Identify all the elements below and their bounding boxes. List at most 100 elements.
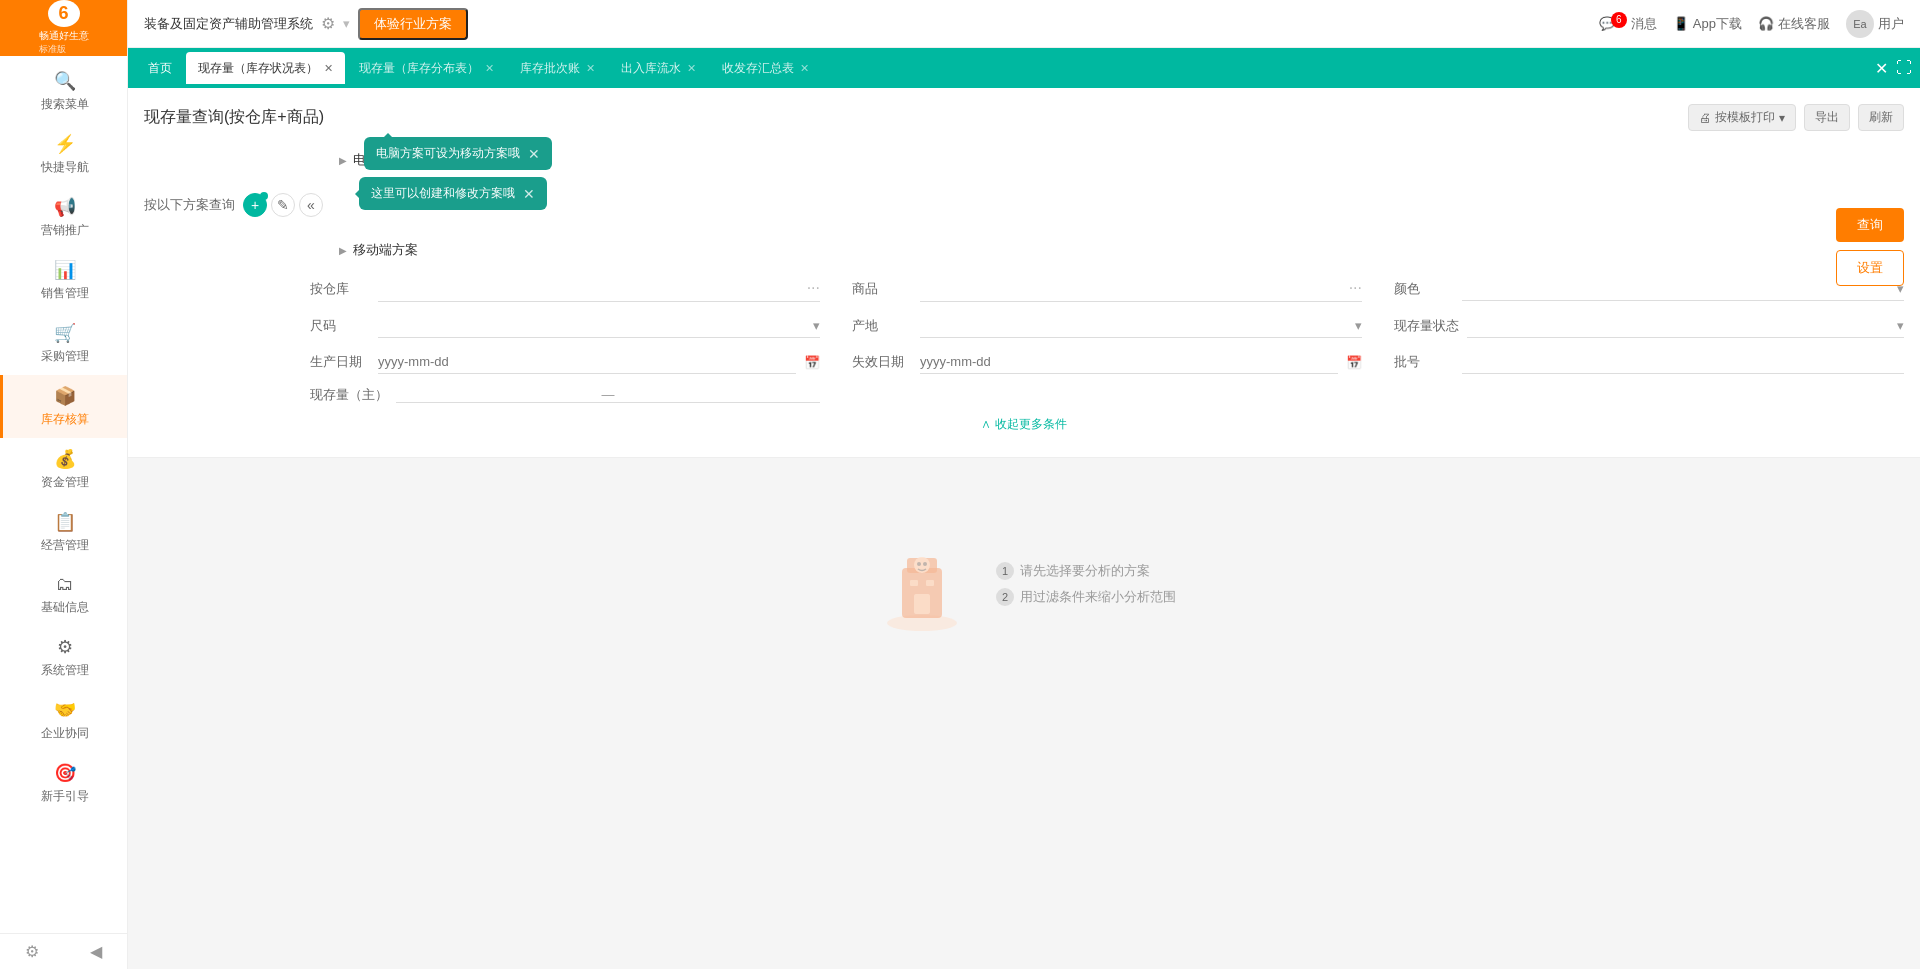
stock-main-range[interactable]: — [396,387,820,403]
purchase-icon: 🛒 [54,322,76,344]
tab-close-icon[interactable]: ✕ [687,62,696,75]
marketing-icon: 📢 [54,196,76,218]
back-scheme-btn[interactable]: « [299,193,323,217]
warehouse-label: 按仓库 [310,280,370,298]
sidebar-settings-btn[interactable]: ⚙ [25,942,39,961]
app-download-label: App下载 [1693,15,1742,33]
stock-status-select[interactable]: ▾ [1467,314,1904,338]
collapse-row[interactable]: ∧ 收起更多条件 [144,408,1904,441]
expire-date-input[interactable] [920,350,1338,374]
app-logo: 6 畅通好生意 标准版 [0,0,127,56]
tab-close-icon[interactable]: ✕ [800,62,809,75]
sidebar-item-finance[interactable]: 💰 资金管理 [0,438,127,501]
tooltip2-close-btn[interactable]: ✕ [523,186,535,202]
goods-field: 商品 ··· [852,275,1362,302]
refresh-btn[interactable]: 刷新 [1858,104,1904,131]
trial-btn[interactable]: 体验行业方案 [358,8,468,40]
tab-batch-account[interactable]: 库存批次账 ✕ [508,52,607,84]
tab-expand-icon[interactable]: ⛶ [1896,59,1912,78]
filter-row1: 按仓库 ··· 商品 ··· [310,275,1904,302]
expand-arrow-icon: ▶ [339,155,347,166]
edit-scheme-btn[interactable]: ✎ [271,193,295,217]
warehouse-dots[interactable]: ··· [807,279,820,297]
divider: ▾ [343,16,350,31]
sidebar-item-label: 资金管理 [41,474,89,491]
filter-grid-wrapper: 按仓库 ··· 商品 ··· [310,275,1904,408]
filter-row4: 现存量（主） — [310,386,1904,404]
expire-date-label: 失效日期 [852,353,912,371]
message-item[interactable]: 💬 6 消息 [1599,15,1657,33]
size-arrow-icon: ▾ [813,318,820,333]
tab-collapse-icon[interactable]: ✕ [1875,59,1888,78]
user-item[interactable]: Ea 用户 [1846,10,1904,38]
size-select[interactable]: ▾ [378,314,820,338]
page-content: 现存量查询(按仓库+商品) 🖨 按模板打印 ▾ 导出 刷新 按以下方案查询 + [128,88,1920,969]
sidebar: 6 畅通好生意 标准版 🔍 搜索菜单 ⚡ 快捷导航 📢 营销推广 📊 销售管理 … [0,0,128,969]
tab-inout-flow[interactable]: 出入库流水 ✕ [609,52,708,84]
size-label: 尺码 [310,317,370,335]
sidebar-item-inventory[interactable]: 📦 库存核算 [0,375,127,438]
calendar-icon[interactable]: 📅 [804,355,820,370]
sidebar-item-operation[interactable]: 📋 经营管理 [0,501,127,564]
print-btn[interactable]: 🖨 按模板打印 ▾ [1688,104,1796,131]
tab-inventory-dist[interactable]: 现存量（库存分布表） ✕ [347,52,506,84]
tab-inventory-status[interactable]: 现存量（库存状况表） ✕ [186,52,345,84]
tab-close-icon[interactable]: ✕ [324,62,333,75]
goods-input[interactable]: ··· [920,275,1362,302]
stock-range-from[interactable] [396,387,598,402]
filter-setting-btn[interactable]: 设置 [1836,250,1904,286]
phone-icon: 📱 [1673,16,1689,31]
batch-input[interactable] [1462,350,1904,374]
sidebar-item-marketing[interactable]: 📢 营销推广 [0,186,127,249]
page-title-row: 现存量查询(按仓库+商品) 🖨 按模板打印 ▾ 导出 刷新 [144,104,1904,131]
sidebar-item-system[interactable]: ⚙ 系统管理 [0,626,127,689]
sidebar-item-guide[interactable]: 🎯 新手引导 [0,752,127,815]
sidebar-item-label: 库存核算 [41,411,89,428]
system-icon: ⚙ [57,636,73,658]
scheme-tooltip2: 这里可以创建和修改方案哦 ✕ [359,177,547,210]
sidebar-collapse-btn[interactable]: ◀ [90,942,102,961]
scheme-tree-spacer [144,275,294,408]
calendar2-icon[interactable]: 📅 [1346,355,1362,370]
settings-icon[interactable]: ⚙ [321,14,335,33]
tab-close-icon[interactable]: ✕ [586,62,595,75]
stock-status-field: 现存量状态 ▾ [1394,314,1904,338]
add-scheme-btn[interactable]: + [243,193,267,217]
size-field: 尺码 ▾ [310,314,820,338]
sidebar-item-quick[interactable]: ⚡ 快捷导航 [0,123,127,186]
produce-date-input[interactable] [378,350,796,374]
goods-dots[interactable]: ··· [1349,279,1362,297]
warehouse-field: 按仓库 ··· [310,275,820,302]
tab-home[interactable]: 首页 [136,52,184,84]
tooltip-close-btn[interactable]: ✕ [528,146,540,162]
finance-icon: 💰 [54,448,76,470]
sidebar-item-purchase[interactable]: 🛒 采购管理 [0,312,127,375]
tip-num1: 1 [996,562,1014,580]
sidebar-item-enterprise[interactable]: 🤝 企业协同 [0,689,127,752]
search-btn[interactable]: 查询 [1836,208,1904,242]
expire-date-field: 失效日期 📅 [852,350,1362,374]
expand-arrow2-icon: ▶ [339,245,347,256]
quick-icon: ⚡ [54,133,76,155]
svg-point-4 [917,562,921,566]
app-download-item[interactable]: 📱 App下载 [1673,15,1742,33]
page-title: 现存量查询(按仓库+商品) [144,107,324,128]
origin-label: 产地 [852,317,912,335]
scheme-mobile-item[interactable]: ▶ 移动端方案 [339,237,418,263]
user-label: 用户 [1878,15,1904,33]
origin-select[interactable]: ▾ [920,314,1362,338]
warehouse-input[interactable]: ··· [378,275,820,302]
sidebar-item-label: 新手引导 [41,788,89,805]
guide-icon: 🎯 [54,762,76,784]
filter-actions: 🖨 按模板打印 ▾ 导出 刷新 [1688,104,1904,131]
tab-home-label: 首页 [148,60,172,77]
tab-close-icon[interactable]: ✕ [485,62,494,75]
stock-range-to[interactable] [619,387,821,402]
online-support-item[interactable]: 🎧 在线客服 [1758,15,1830,33]
sidebar-item-search[interactable]: 🔍 搜索菜单 [0,60,127,123]
export-btn[interactable]: 导出 [1804,104,1850,131]
sidebar-item-sales[interactable]: 📊 销售管理 [0,249,127,312]
sidebar-item-base[interactable]: 🗂 基础信息 [0,564,127,626]
tip-num2: 2 [996,588,1014,606]
tab-recv-summary[interactable]: 收发存汇总表 ✕ [710,52,821,84]
